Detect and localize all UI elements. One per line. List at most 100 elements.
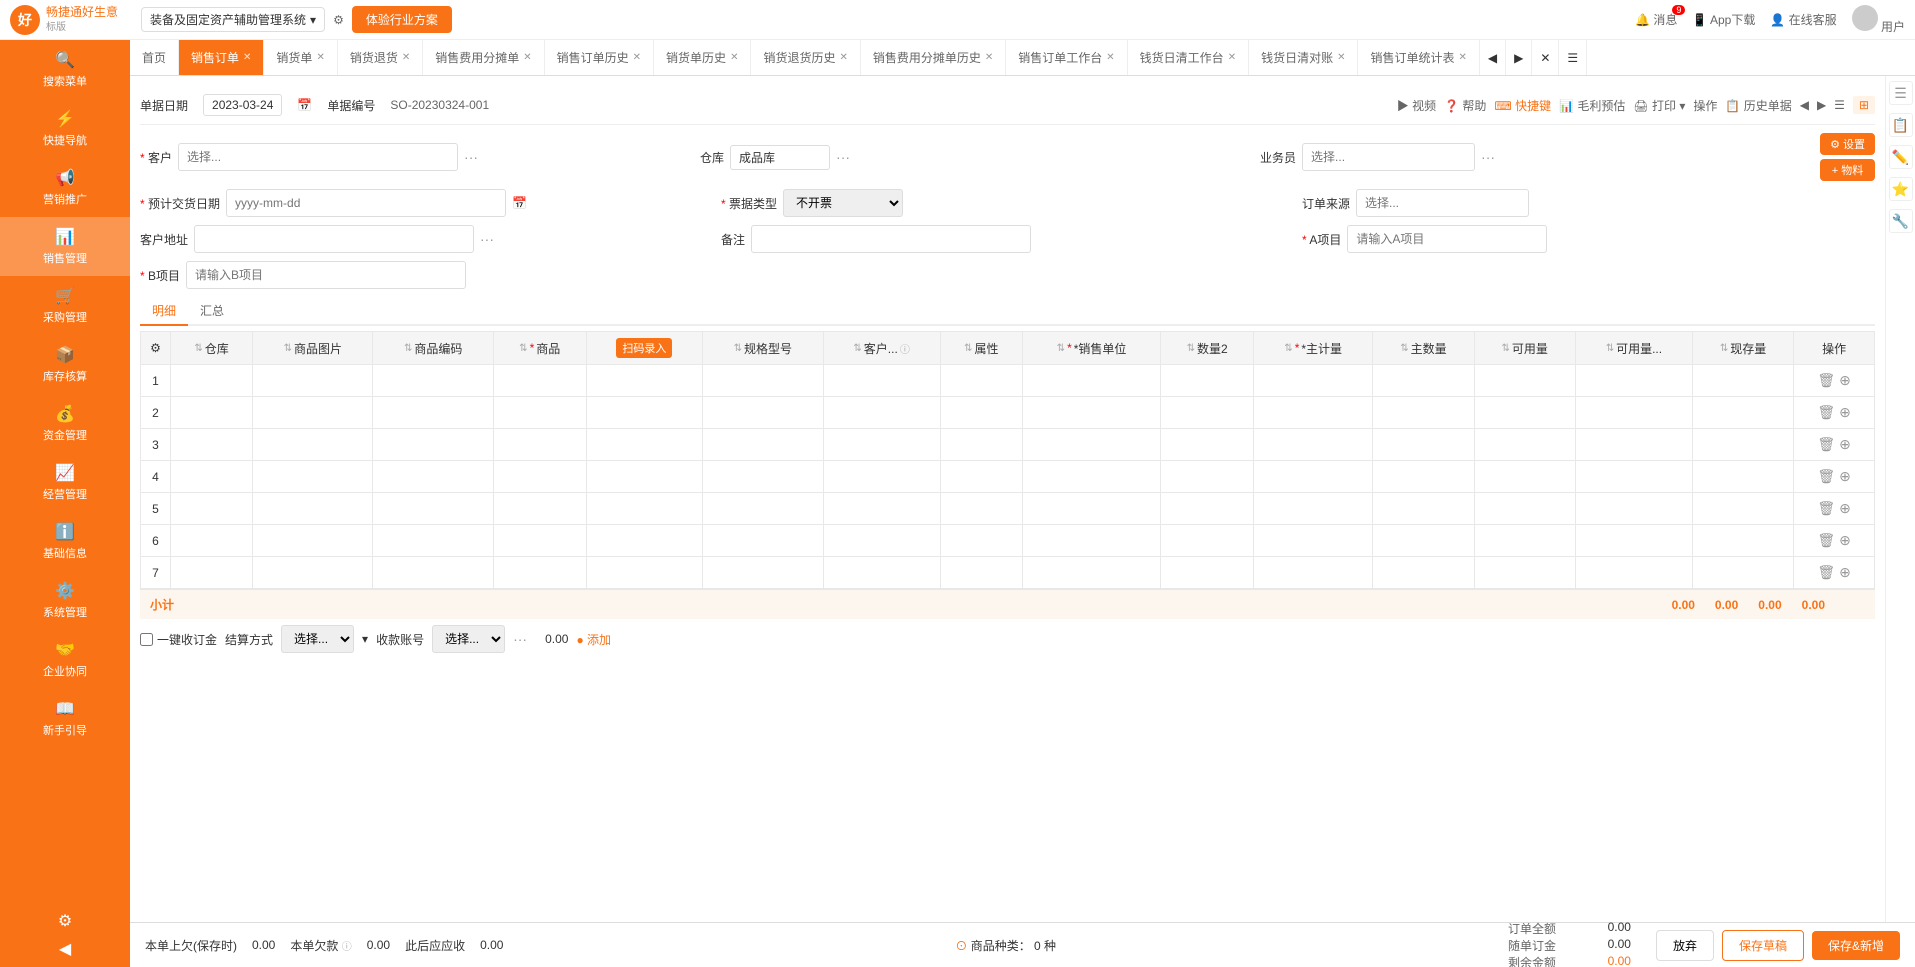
tab-sales-return-history[interactable]: 销货退货历史 ✕ [751,40,860,76]
row-warehouse[interactable] [171,365,253,397]
row-main-unit[interactable] [1254,365,1373,397]
tab-prev-btn[interactable]: ◀ [1480,40,1506,76]
row-image[interactable] [253,365,373,397]
right-icon-4[interactable]: ⭐ [1889,177,1913,201]
settings-icon[interactable]: ⚙ [333,13,344,27]
row-sales-unit[interactable] [1022,365,1160,397]
shortcut-link[interactable]: ⌨ 快捷键 [1494,97,1551,114]
scan-button[interactable]: 扫码录入 [616,338,672,358]
row-customer-code[interactable] [823,365,940,397]
online-service-link[interactable]: 👤 在线客服 [1770,11,1836,28]
address-input[interactable] [194,225,474,253]
operate-link[interactable]: 操作 [1693,97,1717,114]
sidebar-item-purchase[interactable]: 🛒 采购管理 [0,276,130,335]
right-icon-2[interactable]: 📋 [1889,113,1913,137]
row-spec[interactable] [703,365,823,397]
staff-input[interactable] [1302,143,1475,171]
sidebar-item-marketing[interactable]: 📢 营销推广 [0,158,130,217]
sidebar-collapse-icon[interactable]: ◀ [59,939,71,959]
customer-more-icon[interactable]: ··· [464,149,478,165]
payment-checkbox-label[interactable]: 一键收订金 [140,631,217,648]
sidebar-item-basic[interactable]: ℹ️ 基础信息 [0,512,130,571]
tab-summary[interactable]: 汇总 [188,297,236,326]
app-download-link[interactable]: 📱 App下载 [1692,11,1755,28]
warehouse-more-icon[interactable]: ··· [836,149,850,165]
tab-close-icon[interactable]: ✕ [316,52,324,63]
nav-next-btn[interactable]: ▶ [1817,98,1826,112]
profit-link[interactable]: 📊 毛利预估 [1559,97,1625,114]
tab-close-all-btn[interactable]: ✕ [1532,40,1559,76]
tab-cash-workbench[interactable]: 钱货日清工作台 ✕ [1128,40,1249,76]
delete-icon[interactable]: 🗑 [1817,372,1835,389]
table-scroll-area[interactable]: ⚙ ⇅ 仓库 [140,331,1875,589]
copy-icon[interactable]: ⊕ [1839,532,1851,549]
sidebar-item-system[interactable]: ⚙️ 系统管理 [0,571,130,630]
tab-close-icon[interactable]: ✕ [633,52,641,63]
delete-icon[interactable]: 🗑 [1817,436,1835,453]
tab-sales-goods[interactable]: 销货单 ✕ [264,40,337,76]
row-attr[interactable] [940,365,1022,397]
sidebar-item-sales[interactable]: 📊 销售管理 [0,217,130,276]
sidebar-item-search[interactable]: 🔍 搜索菜单 [0,40,130,99]
settings-button[interactable]: ⚙ 设置 [1820,133,1875,155]
tab-sales-order-history[interactable]: 销售订单历史 ✕ [545,40,654,76]
b-project-input[interactable] [186,261,466,289]
row-product[interactable] [493,365,586,397]
copy-icon[interactable]: ⊕ [1839,500,1851,517]
remark-input[interactable] [751,225,1031,253]
tab-detail[interactable]: 明细 [140,297,188,326]
staff-more-icon[interactable]: ··· [1481,149,1495,165]
add-payment-link[interactable]: ● 添加 [576,631,611,648]
calendar-icon[interactable]: 📅 [297,98,312,112]
sidebar-item-business[interactable]: 📈 经营管理 [0,453,130,512]
sidebar-item-enterprise[interactable]: 🤝 企业协同 [0,630,130,689]
view-mode-btn[interactable]: ☰ [1834,98,1845,112]
row-available[interactable] [1474,365,1575,397]
row-scan[interactable] [586,365,703,397]
solution-button[interactable]: 体验行业方案 [352,6,452,33]
row-stock[interactable] [1693,365,1794,397]
row-main-qty[interactable] [1373,365,1474,397]
print-link[interactable]: 🖨 打印 ▾ [1633,97,1685,114]
copy-icon[interactable]: ⊕ [1839,468,1851,485]
sidebar-item-finance[interactable]: 💰 资金管理 [0,394,130,453]
method-select[interactable]: 选择... [281,625,354,653]
tab-close-icon[interactable]: ✕ [730,52,738,63]
delete-icon[interactable]: 🗑 [1817,564,1835,581]
history-link[interactable]: 📋 历史单据 [1725,97,1791,114]
sidebar-bottom-settings-icon[interactable]: ⚙ [58,911,72,931]
tab-sales-return[interactable]: 销货退货 ✕ [338,40,423,76]
save-new-button[interactable]: 保存&新增 [1812,931,1900,960]
sidebar-item-quicknav[interactable]: ⚡ 快捷导航 [0,99,130,158]
tab-close-icon[interactable]: ✕ [1106,52,1114,63]
right-icon-5[interactable]: 🔧 [1889,209,1913,233]
copy-icon[interactable]: ⊕ [1839,372,1851,389]
delete-icon[interactable]: 🗑 [1817,500,1835,517]
delete-icon[interactable]: 🗑 [1817,404,1835,421]
settings-gear-icon[interactable]: ⚙ [150,341,161,355]
tab-close-icon[interactable]: ✕ [839,52,847,63]
sidebar-item-inventory[interactable]: 📦 库存核算 [0,335,130,394]
customer-input[interactable] [178,143,458,171]
tab-sales-workbench[interactable]: 销售订单工作台 ✕ [1006,40,1127,76]
a-project-input[interactable] [1347,225,1547,253]
ticket-select[interactable]: 不开票 [783,189,903,217]
tab-close-icon[interactable]: ✕ [1337,52,1345,63]
tab-close-icon[interactable]: ✕ [243,52,251,63]
tab-next-btn[interactable]: ▶ [1506,40,1532,76]
user-area[interactable]: 用户 [1852,5,1905,35]
tab-cash-reconcile[interactable]: 钱货日清对账 ✕ [1249,40,1358,76]
discard-button[interactable]: 放弃 [1656,930,1714,961]
calendar2-icon[interactable]: 📅 [512,196,527,210]
system-selector[interactable]: 装备及固定资产辅助管理系统 ▾ [141,7,325,32]
date-value[interactable]: 2023-03-24 [203,94,282,116]
row-code[interactable] [373,365,493,397]
payment-checkbox[interactable] [140,633,153,646]
address-more-icon[interactable]: ··· [480,231,494,247]
delete-icon[interactable]: 🗑 [1817,468,1835,485]
right-icon-1[interactable]: ☰ [1889,81,1913,105]
tab-sales-fee-history[interactable]: 销售费用分摊单历史 ✕ [861,40,1006,76]
tab-sales-order[interactable]: 销售订单 ✕ [179,40,264,76]
row-available2[interactable] [1575,365,1692,397]
account-more-icon[interactable]: ··· [513,631,527,647]
